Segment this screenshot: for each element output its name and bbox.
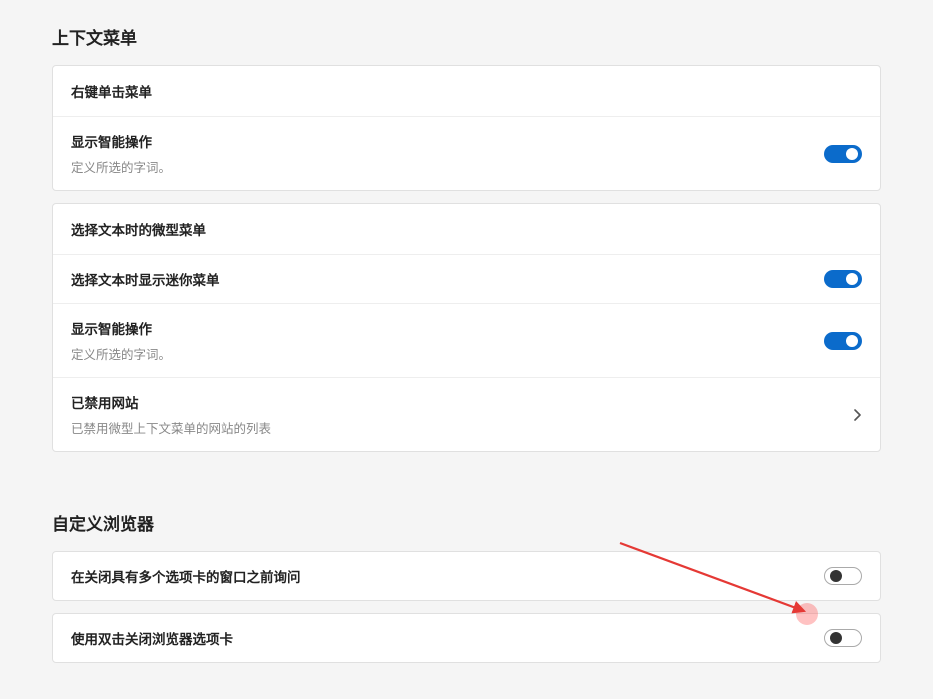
row-texts: 显示智能操作 定义所选的字词。	[71, 318, 171, 363]
toggle-smart-actions-2[interactable]	[824, 332, 862, 350]
card-header: 右键单击菜单	[53, 66, 880, 116]
row-texts: 显示智能操作 定义所选的字词。	[71, 131, 171, 176]
section-title-customize-browser: 自定义浏览器	[52, 510, 881, 535]
row-title: 显示智能操作	[71, 131, 171, 151]
row-title: 使用双击关闭浏览器选项卡	[71, 628, 233, 648]
card-header: 选择文本时的微型菜单	[53, 204, 880, 254]
row-title: 已禁用网站	[71, 392, 271, 412]
toggle-doubleclick-close[interactable]	[824, 629, 862, 647]
toggle-knob	[846, 148, 858, 160]
toggle-ask-before-closing[interactable]	[824, 567, 862, 585]
row-subtitle: 定义所选的字词。	[71, 157, 171, 176]
toggle-knob	[846, 335, 858, 347]
header-text: 右键单击菜单	[71, 81, 152, 101]
section-title-context-menu: 上下文菜单	[52, 24, 881, 49]
card-doubleclick-close: 使用双击关闭浏览器选项卡	[52, 613, 881, 663]
card-ask-before-closing: 在关闭具有多个选项卡的窗口之前询问	[52, 551, 881, 601]
row-title: 显示智能操作	[71, 318, 171, 338]
card-rightclick-menu: 右键单击菜单 显示智能操作 定义所选的字词。	[52, 65, 881, 191]
row-subtitle: 已禁用微型上下文菜单的网站的列表	[71, 418, 271, 437]
toggle-knob	[830, 632, 842, 644]
toggle-knob	[830, 570, 842, 582]
card-mini-menu: 选择文本时的微型菜单 选择文本时显示迷你菜单 显示智能操作 定义所选的字词。 已…	[52, 203, 881, 452]
row-doubleclick-close: 使用双击关闭浏览器选项卡	[53, 614, 880, 662]
row-title: 选择文本时显示迷你菜单	[71, 269, 220, 289]
row-ask-before-closing: 在关闭具有多个选项卡的窗口之前询问	[53, 552, 880, 600]
row-subtitle: 定义所选的字词。	[71, 344, 171, 363]
row-texts: 已禁用网站 已禁用微型上下文菜单的网站的列表	[71, 392, 271, 437]
row-smart-actions: 显示智能操作 定义所选的字词。	[53, 116, 880, 190]
toggle-mini-menu[interactable]	[824, 270, 862, 288]
row-texts: 选择文本时显示迷你菜单	[71, 269, 220, 289]
row-smart-actions-2: 显示智能操作 定义所选的字词。	[53, 303, 880, 377]
toggle-smart-actions[interactable]	[824, 145, 862, 163]
row-title: 在关闭具有多个选项卡的窗口之前询问	[71, 566, 301, 586]
chevron-right-icon	[854, 409, 862, 421]
row-disabled-sites[interactable]: 已禁用网站 已禁用微型上下文菜单的网站的列表	[53, 377, 880, 451]
header-text: 选择文本时的微型菜单	[71, 219, 206, 239]
toggle-knob	[846, 273, 858, 285]
row-show-mini-menu: 选择文本时显示迷你菜单	[53, 254, 880, 303]
